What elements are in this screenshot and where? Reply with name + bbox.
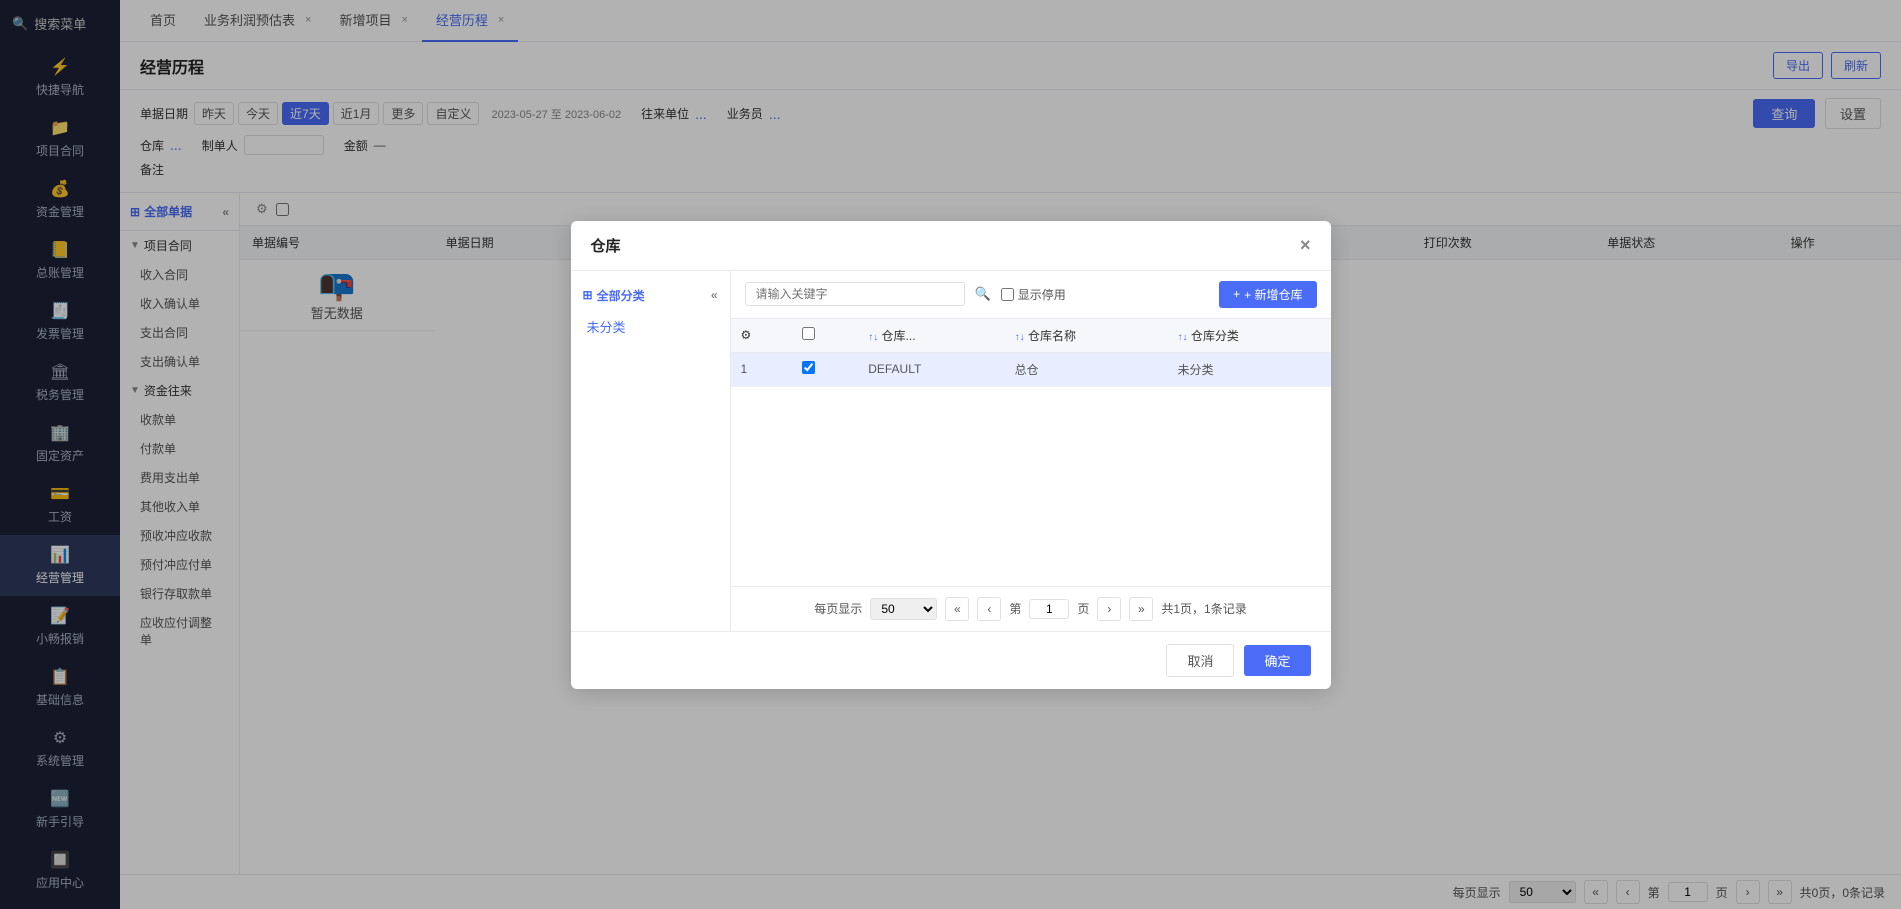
modal-header: 仓库 ×: [571, 221, 1331, 271]
modal-title: 仓库: [591, 235, 621, 256]
modal-right-panel: 🔍 显示停用 + + 新增仓库 ⚙: [731, 271, 1331, 631]
modal-row-checkbox[interactable]: [792, 352, 858, 386]
modal-table-header-row: ⚙ ↑↓ 仓库... ↑↓ 仓库名称: [731, 319, 1331, 353]
modal-row-index: 1: [731, 352, 793, 386]
show-disabled-label: 显示停用: [1018, 286, 1066, 303]
modal-row-select-checkbox[interactable]: [802, 361, 815, 374]
modal-confirm-button[interactable]: 确定: [1244, 645, 1310, 676]
modal-show-disabled-checkbox[interactable]: 显示停用: [1001, 286, 1066, 303]
modal-page-last-btn[interactable]: »: [1129, 597, 1153, 621]
modal-left-header: ⊞ 全部分类 «: [571, 281, 730, 310]
modal-data-table: ⚙ ↑↓ 仓库... ↑↓ 仓库名称: [731, 319, 1331, 387]
gear-icon[interactable]: ⚙: [741, 328, 752, 342]
modal-page-next-btn[interactable]: ›: [1097, 597, 1121, 621]
modal-body: ⊞ 全部分类 « 未分类 🔍 显示停用 + + 新增仓库: [571, 271, 1331, 631]
modal-close-button[interactable]: ×: [1300, 235, 1311, 256]
modal-col-checkbox: [792, 319, 858, 353]
sort-up-icon: ↑↓: [1015, 332, 1025, 343]
modal-col-name[interactable]: ↑↓ 仓库名称: [1005, 319, 1168, 353]
modal-search-bar: 🔍 显示停用 + + 新增仓库: [731, 271, 1331, 319]
modal-add-warehouse-button[interactable]: + + 新增仓库: [1219, 281, 1316, 308]
modal-page-input[interactable]: [1029, 599, 1069, 619]
modal-col-code-label: 仓库...: [882, 329, 916, 343]
modal-page-size-label: 每页显示: [814, 600, 862, 617]
warehouse-modal: 仓库 × ⊞ 全部分类 « 未分类 🔍 显示停用: [571, 221, 1331, 689]
modal-col-code[interactable]: ↑↓ 仓库...: [858, 319, 1004, 353]
modal-footer: 取消 确定: [571, 631, 1331, 689]
modal-row-name: 总仓: [1005, 352, 1168, 386]
sort-up-icon: ↑↓: [1178, 332, 1188, 343]
modal-select-all-checkbox[interactable]: [802, 327, 815, 340]
modal-grid-icon: ⊞: [583, 288, 593, 302]
modal-row-category: 未分类: [1168, 352, 1331, 386]
plus-icon: +: [1233, 287, 1240, 301]
modal-left-item-unclassified[interactable]: 未分类: [571, 310, 730, 343]
modal-col-settings: ⚙: [731, 319, 793, 353]
show-disabled-checkbox-input[interactable]: [1001, 288, 1014, 301]
modal-table-row[interactable]: 1 DEFAULT 总仓 未分类: [731, 352, 1331, 386]
modal-cancel-button[interactable]: 取消: [1166, 644, 1234, 677]
modal-col-category[interactable]: ↑↓ 仓库分类: [1168, 319, 1331, 353]
modal-row-code: DEFAULT: [858, 352, 1004, 386]
modal-col-name-label: 仓库名称: [1028, 329, 1076, 343]
modal-col-category-label: 仓库分类: [1191, 329, 1239, 343]
modal-left-collapse-btn[interactable]: «: [711, 288, 718, 302]
modal-all-label[interactable]: 全部分类: [597, 287, 645, 304]
sort-up-icon: ↑↓: [868, 332, 878, 343]
modal-page-label: 第: [1009, 600, 1021, 617]
modal-search-input[interactable]: [745, 282, 965, 306]
modal-pagination: 每页显示 50 10 20 100 « ‹ 第 页 › » 共1页，1条记录: [731, 586, 1331, 631]
modal-search-icon[interactable]: 🔍: [975, 286, 991, 302]
modal-add-btn-label: + 新增仓库: [1244, 286, 1302, 303]
modal-page-unit: 页: [1077, 600, 1089, 617]
modal-left-panel: ⊞ 全部分类 « 未分类: [571, 271, 731, 631]
modal-page-size-select[interactable]: 50 10 20 100: [870, 598, 937, 620]
modal-page-first-btn[interactable]: «: [945, 597, 969, 621]
modal-table: ⚙ ↑↓ 仓库... ↑↓ 仓库名称: [731, 319, 1331, 586]
modal-page-prev-btn[interactable]: ‹: [977, 597, 1001, 621]
modal-total-label: 共1页，1条记录: [1161, 600, 1246, 617]
